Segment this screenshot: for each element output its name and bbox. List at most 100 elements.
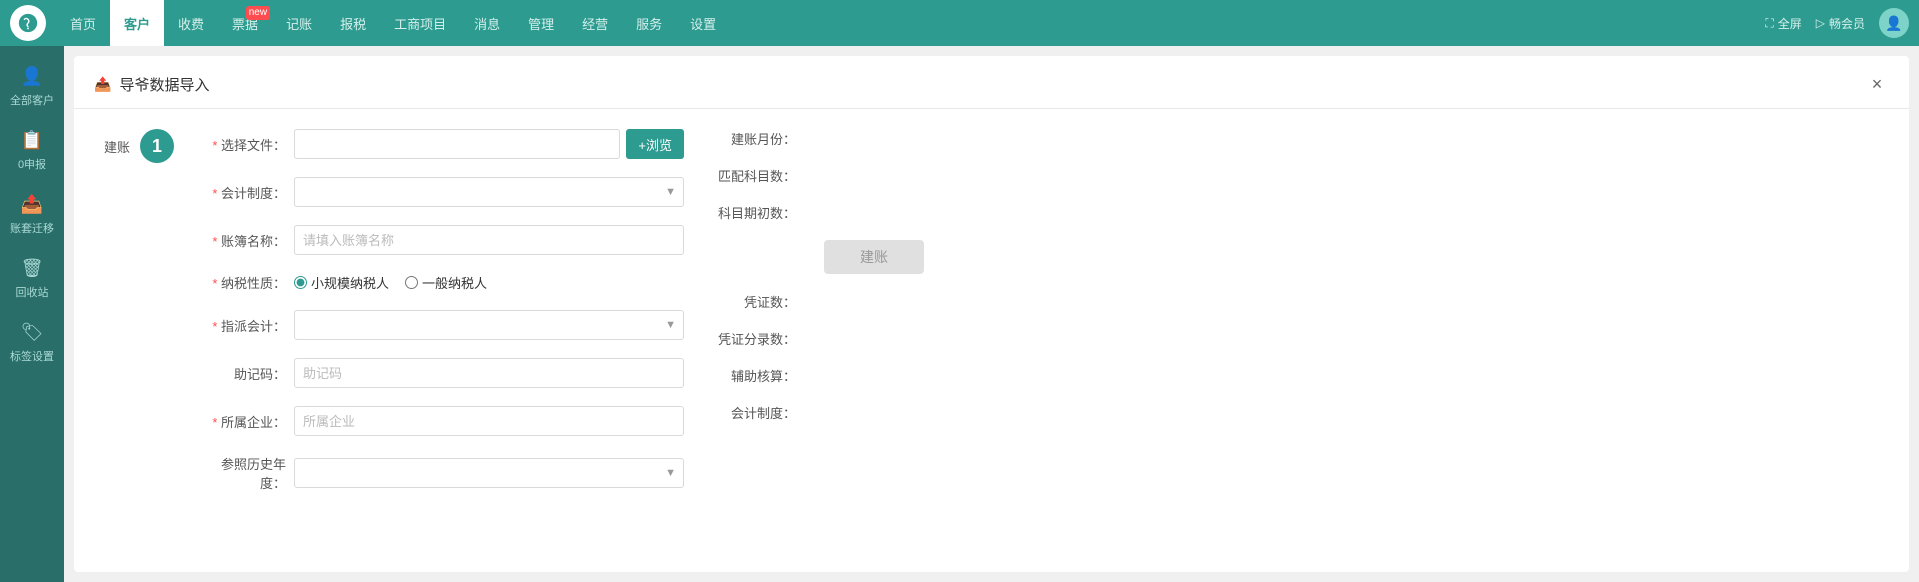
new-badge: new bbox=[246, 6, 270, 20]
voucher-entries-label: 凭证分录数： bbox=[714, 329, 804, 348]
fullscreen-icon: ⛶ bbox=[1765, 16, 1773, 31]
page-title-icon: 📤 bbox=[94, 76, 111, 93]
accounting-row: 会计制度： ▼ bbox=[204, 177, 684, 207]
accounting-system-label: 会计制度： bbox=[714, 403, 804, 422]
browse-button[interactable]: +浏览 bbox=[626, 129, 684, 159]
tax-small-radio[interactable] bbox=[294, 276, 307, 289]
nav-charge[interactable]: 收费 bbox=[164, 0, 218, 46]
step-section: 建账 1 bbox=[104, 129, 174, 510]
file-input-group: +浏览 bbox=[294, 129, 684, 159]
company-input[interactable] bbox=[294, 406, 684, 436]
recycle-icon: 🗑 bbox=[20, 256, 44, 280]
memo-label: 助记码： bbox=[204, 364, 294, 383]
page-title: 📤 导爷数据导入 bbox=[94, 74, 209, 95]
ledger-row: 账簿名称： bbox=[204, 225, 684, 255]
match-row: 匹配科目数： bbox=[714, 166, 1034, 185]
sidebar-transfer-label: 账套迁移 bbox=[10, 220, 54, 236]
sidebar-all-customers-label: 全部客户 bbox=[10, 92, 54, 108]
nav-customer[interactable]: 客户 bbox=[110, 0, 164, 46]
vip-label: 畅会员 bbox=[1829, 15, 1865, 32]
build-button[interactable]: 建账 bbox=[824, 240, 924, 274]
transfer-icon: 📤 bbox=[20, 192, 44, 216]
nav-operate[interactable]: 经营 bbox=[568, 0, 622, 46]
page-header: 📤 导爷数据导入 × bbox=[74, 56, 1909, 109]
sidebar-item-declare[interactable]: 📋 0申报 bbox=[0, 120, 64, 180]
month-row: 建账月份： bbox=[714, 129, 1034, 148]
step-circle: 1 bbox=[140, 129, 174, 163]
sidebar: 👤 全部客户 📋 0申报 📤 账套迁移 🗑 回收站 🏷 标签设置 bbox=[0, 46, 64, 582]
accountant-select[interactable] bbox=[294, 310, 684, 340]
ledger-label: 账簿名称： bbox=[204, 231, 294, 250]
top-navigation: 首页 客户 收费 票据 new 记账 报税 工商项目 消息 管理 经营 服务 设… bbox=[0, 0, 1919, 46]
vip-btn[interactable]: ▷ 畅会员 bbox=[1816, 15, 1865, 32]
aux-label: 辅助核算： bbox=[714, 366, 804, 385]
voucher-entries-row: 凭证分录数： bbox=[714, 329, 1034, 348]
nav-settings[interactable]: 设置 bbox=[676, 0, 730, 46]
tax-small-label: 小规模纳税人 bbox=[311, 273, 389, 292]
tax-radio-group: 小规模纳税人 一般纳税人 bbox=[294, 273, 684, 292]
company-label: 所属企业： bbox=[204, 412, 294, 431]
form-content: 建账 1 选择文件： +浏览 bbox=[74, 109, 1909, 530]
company-row: 所属企业： bbox=[204, 406, 684, 436]
nav-home[interactable]: 首页 bbox=[56, 0, 110, 46]
tags-icon: 🏷 bbox=[20, 320, 44, 344]
memo-input[interactable] bbox=[294, 358, 684, 388]
history-select-wrapper: ▼ bbox=[294, 458, 684, 488]
page-title-text: 导爷数据导入 bbox=[119, 74, 209, 95]
history-select[interactable] bbox=[294, 458, 684, 488]
sidebar-item-all-customers[interactable]: 👤 全部客户 bbox=[0, 56, 64, 116]
play-icon: ▷ bbox=[1816, 16, 1825, 30]
period-row: 科目期初数： bbox=[714, 203, 1034, 222]
tax-small-option[interactable]: 小规模纳税人 bbox=[294, 273, 389, 292]
nav-tax[interactable]: 报税 bbox=[326, 0, 380, 46]
tax-general-label: 一般纳税人 bbox=[422, 273, 487, 292]
accounting-select[interactable] bbox=[294, 177, 684, 207]
left-form: 选择文件： +浏览 会计制度： ▼ bbox=[204, 129, 684, 510]
user-avatar[interactable]: 👤 bbox=[1879, 8, 1909, 38]
accountant-label: 指派会计： bbox=[204, 316, 294, 335]
build-btn-wrapper: 建账 bbox=[714, 240, 1034, 274]
file-select-row: 选择文件： +浏览 bbox=[204, 129, 684, 159]
nav-message[interactable]: 消息 bbox=[460, 0, 514, 46]
nav-items: 首页 客户 收费 票据 new 记账 报税 工商项目 消息 管理 经营 服务 设… bbox=[56, 0, 1765, 46]
tax-general-radio[interactable] bbox=[405, 276, 418, 289]
accounting-system-row: 会计制度： bbox=[714, 403, 1034, 422]
sidebar-item-recycle[interactable]: 🗑 回收站 bbox=[0, 248, 64, 308]
sidebar-item-transfer[interactable]: 📤 账套迁移 bbox=[0, 184, 64, 244]
month-label: 建账月份： bbox=[714, 129, 804, 148]
voucher-row: 凭证数： bbox=[714, 292, 1034, 311]
content-area: 📤 导爷数据导入 × 建账 1 选择文件： bbox=[64, 46, 1919, 582]
sidebar-item-tags[interactable]: 🏷 标签设置 bbox=[0, 312, 64, 372]
tax-general-option[interactable]: 一般纳税人 bbox=[405, 273, 487, 292]
nav-manage[interactable]: 管理 bbox=[514, 0, 568, 46]
sidebar-declare-label: 0申报 bbox=[18, 156, 46, 172]
all-customers-icon: 👤 bbox=[20, 64, 44, 88]
close-button[interactable]: × bbox=[1865, 72, 1889, 96]
avatar-icon: 👤 bbox=[1885, 15, 1902, 32]
accountant-row: 指派会计： ▼ bbox=[204, 310, 684, 340]
fullscreen-label: 全屏 bbox=[1778, 15, 1802, 32]
ledger-input[interactable] bbox=[294, 225, 684, 255]
step-label: 建账 bbox=[104, 137, 130, 156]
voucher-label: 凭证数： bbox=[714, 292, 804, 311]
nav-bookkeeping[interactable]: 记账 bbox=[272, 0, 326, 46]
step-number: 1 bbox=[152, 136, 162, 157]
page-container: 📤 导爷数据导入 × 建账 1 选择文件： bbox=[74, 56, 1909, 572]
main-layout: 👤 全部客户 📋 0申报 📤 账套迁移 🗑 回收站 🏷 标签设置 📤 导 bbox=[0, 46, 1919, 582]
app-logo[interactable] bbox=[10, 5, 46, 41]
accountant-select-wrapper: ▼ bbox=[294, 310, 684, 340]
sidebar-tags-label: 标签设置 bbox=[10, 348, 54, 364]
aux-row: 辅助核算： bbox=[714, 366, 1034, 385]
nav-service[interactable]: 服务 bbox=[622, 0, 676, 46]
file-input[interactable] bbox=[294, 129, 620, 159]
right-form: 建账月份： 匹配科目数： 科目期初数： 建账 bbox=[714, 129, 1034, 510]
period-label: 科目期初数： bbox=[714, 203, 804, 222]
match-label: 匹配科目数： bbox=[714, 166, 804, 185]
file-label: 选择文件： bbox=[204, 135, 294, 154]
sidebar-recycle-label: 回收站 bbox=[16, 284, 49, 300]
nav-business[interactable]: 工商项目 bbox=[380, 0, 460, 46]
tax-label: 纳税性质： bbox=[204, 273, 294, 292]
fullscreen-btn[interactable]: ⛶ 全屏 bbox=[1765, 15, 1801, 32]
nav-invoice[interactable]: 票据 new bbox=[218, 0, 272, 46]
history-label: 参照历史年度： bbox=[204, 454, 294, 492]
